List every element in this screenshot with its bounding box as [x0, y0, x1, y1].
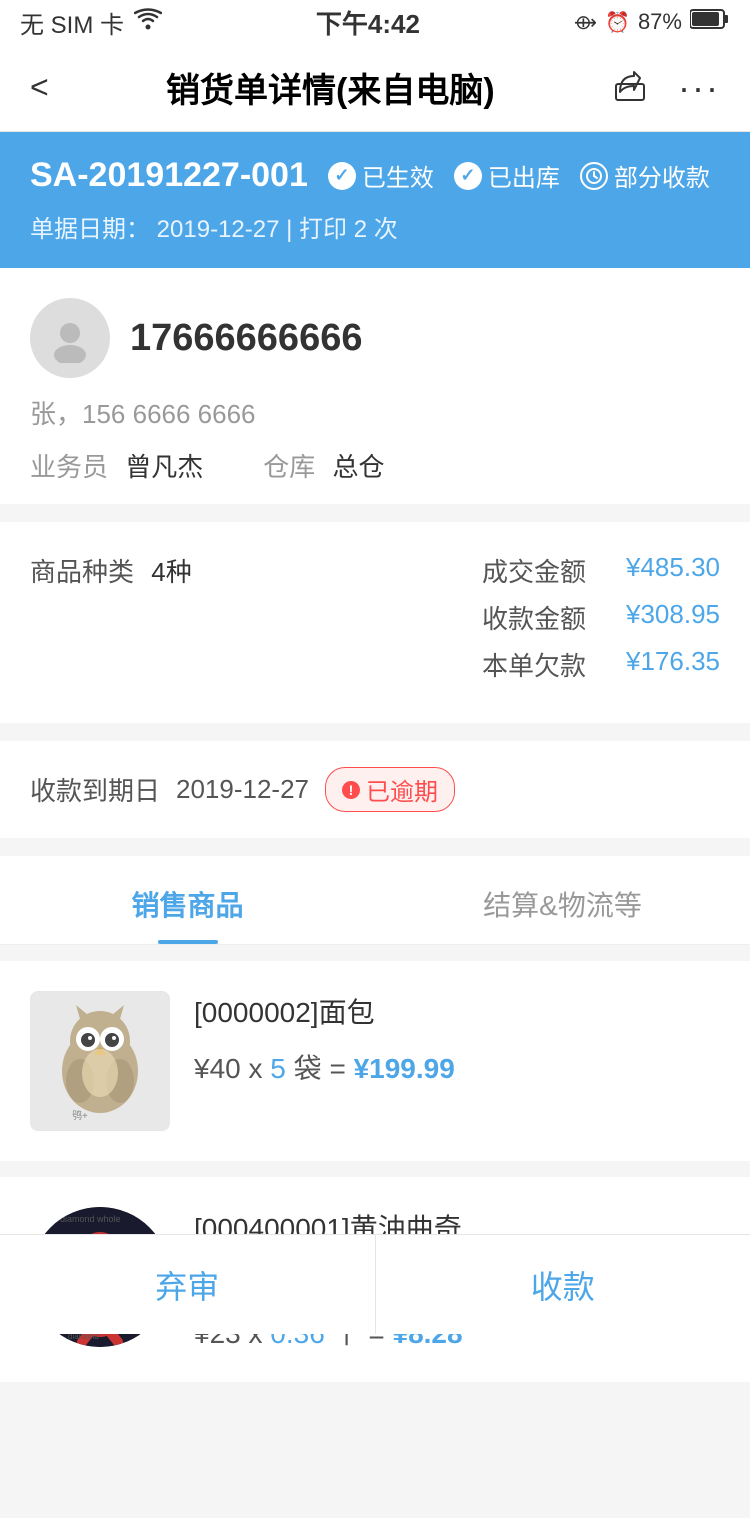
unit-1: 袋: [294, 1053, 322, 1084]
debt-label: 本单欠款: [482, 646, 586, 683]
debt-amount: ¥176.35: [626, 646, 720, 683]
badge-partial-payment: 部分收款: [580, 158, 710, 193]
order-header: SA-20191227-001 ✓ 已生效 ✓ 已出库 部分收款 单据日期： 2…: [0, 132, 750, 268]
overdue-badge: ! 已逾期: [325, 767, 455, 812]
back-button[interactable]: <: [30, 69, 49, 106]
salesperson-label: 业务员: [30, 452, 108, 482]
badge-shipped: ✓ 已出库: [454, 158, 560, 193]
customer-row: 17666666666: [30, 298, 720, 378]
page-title: 销货单详情(来自电脑): [166, 63, 495, 112]
order-id: SA-20191227-001: [30, 156, 308, 195]
divider-3: [0, 840, 750, 856]
warehouse-label: 仓库: [263, 452, 315, 482]
order-id-row: SA-20191227-001 ✓ 已生效 ✓ 已出库 部分收款: [30, 156, 720, 195]
status-time: 下午4:42: [316, 4, 420, 41]
summary-section: 商品种类 4种 成交金额 ¥485.30 收款金额 ¥308.95 本单欠款 ¥…: [0, 522, 750, 723]
salesperson-value: 曾凡杰: [125, 452, 203, 482]
divider-1: [0, 506, 750, 522]
battery-icon: [690, 8, 730, 36]
customer-section: 17666666666 张，156 6666 6666 业务员 曾凡杰 仓库 总…: [0, 268, 750, 504]
cancel-button[interactable]: 弃审: [0, 1235, 376, 1334]
overdue-text: 已逾期: [366, 772, 438, 807]
qty-1: 5: [270, 1053, 286, 1084]
svg-text:鸮+: 鸮+: [72, 1109, 88, 1122]
price-multiply-1: x: [249, 1053, 271, 1084]
alarm-icon: ⏰: [605, 10, 630, 35]
deal-label: 成交金额: [482, 552, 586, 589]
total-1: ¥199.99: [354, 1053, 455, 1084]
type-label: 商品种类: [30, 557, 134, 587]
more-button[interactable]: ···: [678, 67, 720, 109]
check-icon-2: ✓: [454, 162, 482, 190]
product-image-1: 鸮+: [30, 991, 170, 1131]
clock-icon: [580, 162, 608, 190]
received-amount-row: 收款金额 ¥308.95: [482, 599, 720, 636]
order-meta: 单据日期： 2019-12-27 | 打印 2 次: [30, 209, 720, 244]
bottom-bar: 弃审 收款: [0, 1234, 750, 1334]
product-item-1: 鸮+ [0000002]面包 ¥40 x 5 袋 = ¥199.99: [0, 961, 750, 1161]
summary-left: 商品种类 4种: [30, 552, 192, 589]
badge-activated: ✓ 已生效: [328, 158, 434, 193]
check-icon-1: ✓: [328, 162, 356, 190]
deal-amount-row: 成交金额 ¥485.30: [482, 552, 720, 589]
product-name-1: [0000002]面包: [194, 991, 720, 1031]
tab-sales[interactable]: 销售商品: [0, 856, 375, 944]
price-base-1: ¥40: [194, 1053, 241, 1084]
tab-section: 销售商品 结算&物流等: [0, 856, 750, 945]
nav-bar: < 销货单详情(来自电脑) ···: [0, 44, 750, 132]
summary-right: 成交金额 ¥485.30 收款金额 ¥308.95 本单欠款 ¥176.35: [482, 552, 720, 693]
customer-name: 17666666666: [130, 317, 362, 360]
due-label: 收款到期日: [30, 771, 160, 808]
confirm-button[interactable]: 收款: [376, 1235, 750, 1334]
share-button[interactable]: [612, 66, 648, 110]
battery-text: 87%: [638, 9, 682, 35]
tab-settlement[interactable]: 结算&物流等: [375, 856, 750, 944]
type-count: 4种: [151, 557, 191, 587]
product-list: 鸮+ [0000002]面包 ¥40 x 5 袋 = ¥199.99: [0, 945, 750, 1518]
warehouse-value: 总仓: [333, 452, 385, 482]
due-section: 收款到期日 2019-12-27 ! 已逾期: [0, 741, 750, 838]
received-amount: ¥308.95: [626, 599, 720, 636]
svg-text:diamond whole: diamond whole: [60, 1214, 121, 1224]
divider-2: [0, 725, 750, 741]
wifi-icon: [134, 8, 162, 37]
sim-label: 无 SIM 卡: [20, 5, 124, 40]
nav-actions: ···: [612, 66, 720, 110]
customer-info-row: 业务员 曾凡杰 仓库 总仓: [30, 447, 720, 484]
status-left: 无 SIM 卡: [20, 5, 162, 40]
price-equals-1: =: [329, 1053, 353, 1084]
warehouse-info: 仓库 总仓: [263, 447, 384, 484]
received-label: 收款金额: [482, 599, 586, 636]
due-date: 2019-12-27: [176, 774, 309, 805]
customer-sub: 张，156 6666 6666: [30, 394, 720, 431]
salesperson-info: 业务员 曾凡杰: [30, 447, 203, 484]
deal-amount: ¥485.30: [626, 552, 720, 589]
product-info-1: [0000002]面包 ¥40 x 5 袋 = ¥199.99: [194, 991, 720, 1087]
product-price-1: ¥40 x 5 袋 = ¥199.99: [194, 1047, 720, 1087]
status-right: ⟴ ⏰ 87%: [574, 8, 730, 36]
overdue-icon: !: [342, 781, 360, 799]
debt-amount-row: 本单欠款 ¥176.35: [482, 646, 720, 683]
avatar: [30, 298, 110, 378]
location-icon: ⟴: [574, 10, 597, 35]
status-bar: 无 SIM 卡 下午4:42 ⟴ ⏰ 87%: [0, 0, 750, 44]
